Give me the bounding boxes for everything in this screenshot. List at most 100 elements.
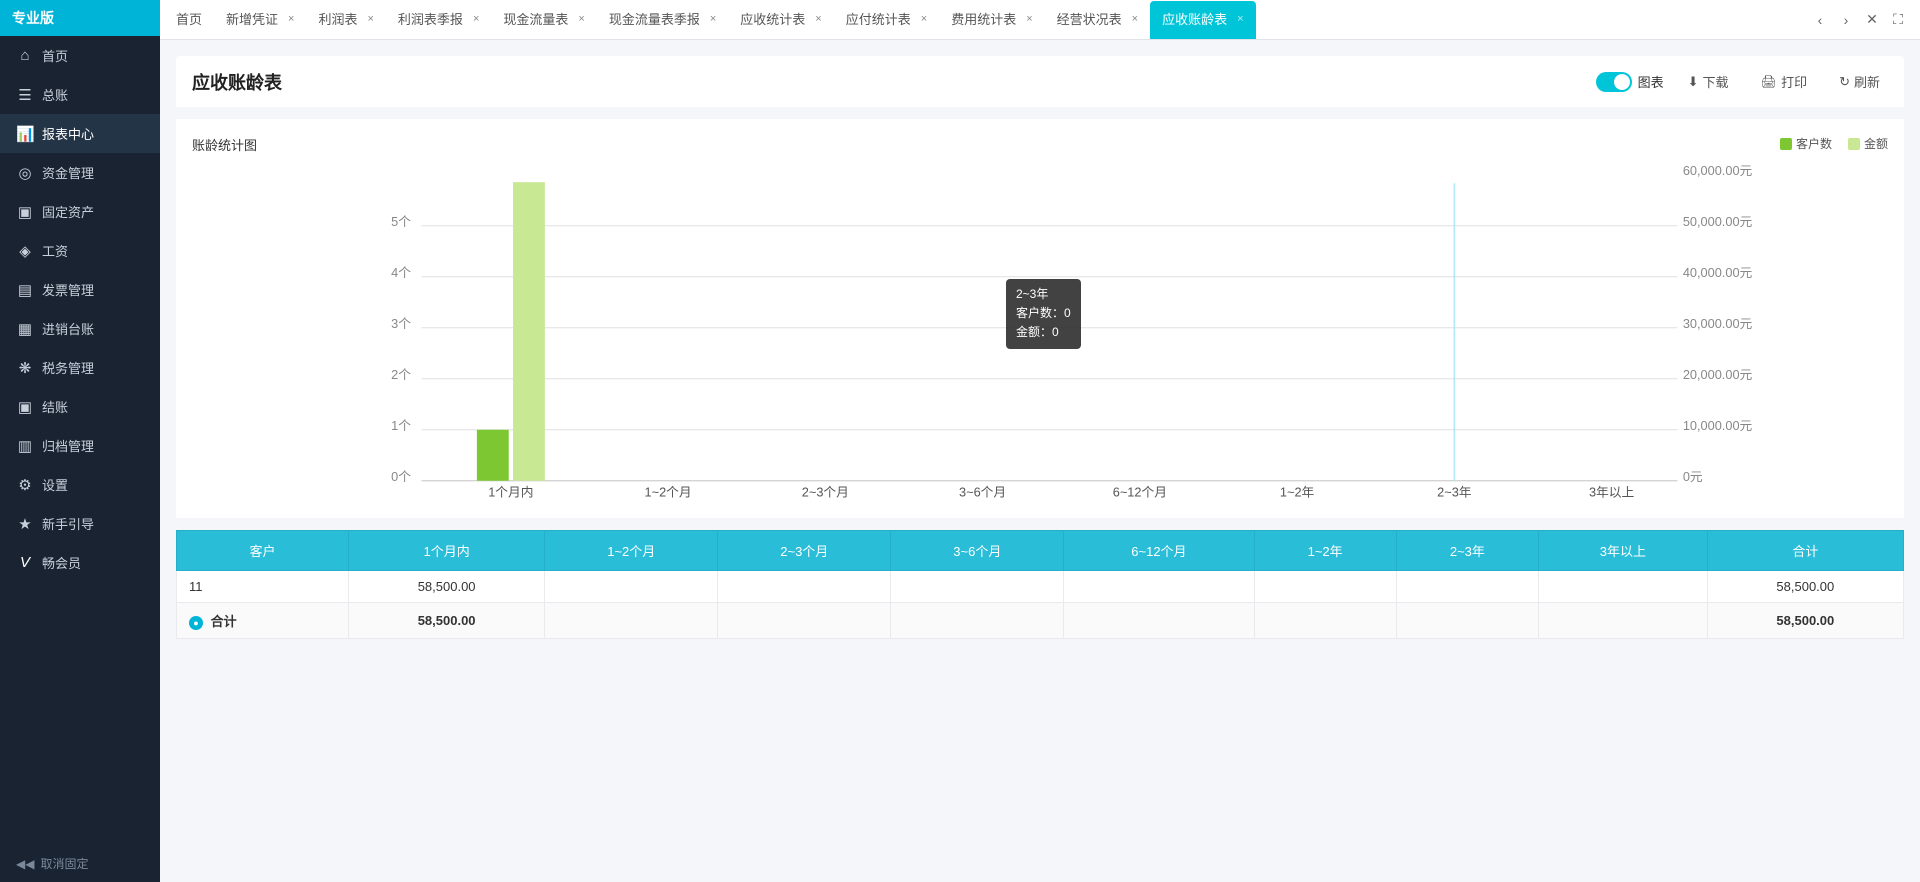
tab-ap-stats-close[interactable]: × (921, 13, 927, 25)
tab-expense-stats-label: 费用统计表 (951, 9, 1016, 28)
tab-close-all-btn[interactable]: ✕ (1860, 8, 1884, 32)
tab-ar-aging[interactable]: 应收账龄表 × (1150, 1, 1255, 39)
invoice-icon: ▤ (16, 281, 34, 299)
tab-profit-label: 利润表 (318, 9, 357, 28)
sidebar-item-assets[interactable]: ▣ 固定资产 (0, 192, 160, 231)
tab-controls: ‹ › ✕ ⛶ (1802, 8, 1916, 32)
tab-business-stats-close[interactable]: × (1132, 13, 1138, 25)
tab-cashflow-close[interactable]: × (578, 13, 584, 25)
tab-home[interactable]: 首页 (164, 1, 214, 39)
sidebar-item-closing[interactable]: ▣ 结账 (0, 387, 160, 426)
sidebar-collapse-btn[interactable]: ◀◀ 取消固定 (0, 845, 160, 882)
tab-scroll-right-btn[interactable]: › (1834, 8, 1858, 32)
funds-icon: ◎ (16, 164, 34, 182)
legend-amount-dot (1848, 138, 1860, 150)
tab-ar-aging-close[interactable]: × (1237, 13, 1243, 25)
tab-voucher-label: 新增凭证 (226, 9, 278, 28)
total-label-cell: ● 合计 (177, 603, 349, 639)
sidebar-label-guide: 新手引导 (42, 514, 94, 533)
tab-maximize-btn[interactable]: ⛶ (1886, 8, 1910, 32)
legend-customers: 客户数 (1780, 135, 1832, 152)
sidebar-item-member[interactable]: V 畅会员 (0, 543, 160, 582)
sidebar: 专业版 ⌂ 首页 ☰ 总账 📊 报表中心 ◎ 资金管理 ▣ 固定资产 ◈ 工资 … (0, 0, 160, 882)
tab-profit-close[interactable]: × (367, 13, 373, 25)
tab-expense-stats[interactable]: 费用统计表 × (939, 1, 1044, 39)
tab-ap-stats-label: 应付统计表 (846, 9, 911, 28)
svg-text:2个: 2个 (391, 367, 411, 382)
sidebar-item-tax[interactable]: ❋ 税务管理 (0, 348, 160, 387)
main-area: 首页 新增凭证 × 利润表 × 利润表季报 × 现金流量表 × 现金流量表季报 … (160, 0, 1920, 882)
print-btn[interactable]: 🖨 打印 (1753, 68, 1816, 95)
data-table: 客户 1个月内 1~2个月 2~3个月 3~6个月 6~12个月 1~2年 2~… (176, 530, 1904, 639)
tab-business-stats[interactable]: 经营状况表 × (1045, 1, 1150, 39)
tab-ar-stats-close[interactable]: × (815, 13, 821, 25)
col-header-m12: 1~2个月 (545, 531, 718, 571)
tab-ap-stats[interactable]: 应付统计表 × (834, 1, 939, 39)
svg-text:50,000.00元: 50,000.00元 (1683, 214, 1753, 229)
sidebar-label-invoice: 发票管理 (42, 280, 94, 299)
assets-icon: ▣ (16, 203, 34, 221)
tab-cashflow[interactable]: 现金流量表 × (491, 1, 596, 39)
tab-profit-quarter-close[interactable]: × (473, 13, 479, 25)
header-actions: 图表 ⬇ 下载 🖨 打印 ↻ 刷新 (1596, 68, 1888, 95)
svg-text:3个: 3个 (391, 316, 411, 331)
download-btn[interactable]: ⬇ 下载 (1680, 68, 1737, 95)
svg-text:2~3年: 2~3年 (1437, 485, 1472, 500)
sidebar-item-purchase[interactable]: ▦ 进销台账 (0, 309, 160, 348)
tab-voucher-close[interactable]: × (288, 13, 294, 25)
tab-bar: 首页 新增凭证 × 利润表 × 利润表季报 × 现金流量表 × 现金流量表季报 … (160, 0, 1920, 40)
col-header-customer: 客户 (177, 531, 349, 571)
tab-expense-stats-close[interactable]: × (1026, 13, 1032, 25)
cell-m12 (545, 571, 718, 603)
col-header-y23: 2~3年 (1396, 531, 1538, 571)
sidebar-label-funds: 资金管理 (42, 163, 94, 182)
sidebar-item-home[interactable]: ⌂ 首页 (0, 36, 160, 75)
sidebar-item-ledger[interactable]: ☰ 总账 (0, 75, 160, 114)
tab-profit[interactable]: 利润表 × (306, 1, 385, 39)
sidebar-label-ledger: 总账 (42, 85, 68, 104)
total-label: 合计 (211, 614, 237, 629)
total-m36 (891, 603, 1064, 639)
tab-ar-stats[interactable]: 应收统计表 × (728, 1, 833, 39)
sidebar-item-invoice[interactable]: ▤ 发票管理 (0, 270, 160, 309)
refresh-btn[interactable]: ↻ 刷新 (1831, 68, 1888, 95)
legend-customers-label: 客户数 (1796, 135, 1832, 152)
sidebar-item-archive[interactable]: ▥ 归档管理 (0, 426, 160, 465)
svg-text:1~2个月: 1~2个月 (645, 485, 692, 500)
sidebar-item-report[interactable]: 📊 报表中心 (0, 114, 160, 153)
refresh-label: 刷新 (1854, 72, 1880, 91)
tab-profit-quarter[interactable]: 利润表季报 × (386, 1, 491, 39)
tab-ar-stats-label: 应收统计表 (740, 9, 805, 28)
svg-text:1个: 1个 (391, 418, 411, 433)
total-row: ● 合计 58,500.00 58,500.00 (177, 603, 1904, 639)
tab-cashflow-quarter[interactable]: 现金流量表季报 × (597, 1, 728, 39)
cell-m36 (891, 571, 1064, 603)
table-row: 11 58,500.00 58,500.00 (177, 571, 1904, 603)
svg-text:4个: 4个 (391, 265, 411, 280)
sidebar-label-salary: 工资 (42, 241, 68, 260)
sidebar-label-purchase: 进销台账 (42, 319, 94, 338)
tab-scroll-left-btn[interactable]: ‹ (1808, 8, 1832, 32)
bar-cat1-amount (513, 182, 545, 481)
legend-customers-dot (1780, 138, 1792, 150)
tab-cashflow-quarter-close[interactable]: × (710, 13, 716, 25)
legend-amount: 金额 (1848, 135, 1888, 152)
collapse-label: 取消固定 (40, 855, 88, 872)
sidebar-label-closing: 结账 (42, 397, 68, 416)
sidebar-item-guide[interactable]: ★ 新手引导 (0, 504, 160, 543)
collapse-arrow-icon: ◀◀ (16, 857, 34, 871)
svg-text:2~3个月: 2~3个月 (802, 485, 849, 500)
guide-icon: ★ (16, 515, 34, 533)
sidebar-item-funds[interactable]: ◎ 资金管理 (0, 153, 160, 192)
tab-voucher[interactable]: 新增凭证 × (214, 1, 306, 39)
total-m612 (1064, 603, 1254, 639)
chart-toggle[interactable] (1596, 72, 1632, 92)
chart-legend: 客户数 金额 (1780, 135, 1888, 152)
sidebar-item-salary[interactable]: ◈ 工资 (0, 231, 160, 270)
refresh-icon: ↻ (1839, 74, 1850, 90)
sidebar-item-settings[interactable]: ⚙ 设置 (0, 465, 160, 504)
sidebar-label-tax: 税务管理 (42, 358, 94, 377)
page-header: 应收账龄表 图表 ⬇ 下载 🖨 打印 ↻ 刷新 (176, 56, 1904, 107)
print-icon: 🖨 (1761, 74, 1778, 90)
ledger-icon: ☰ (16, 86, 34, 104)
